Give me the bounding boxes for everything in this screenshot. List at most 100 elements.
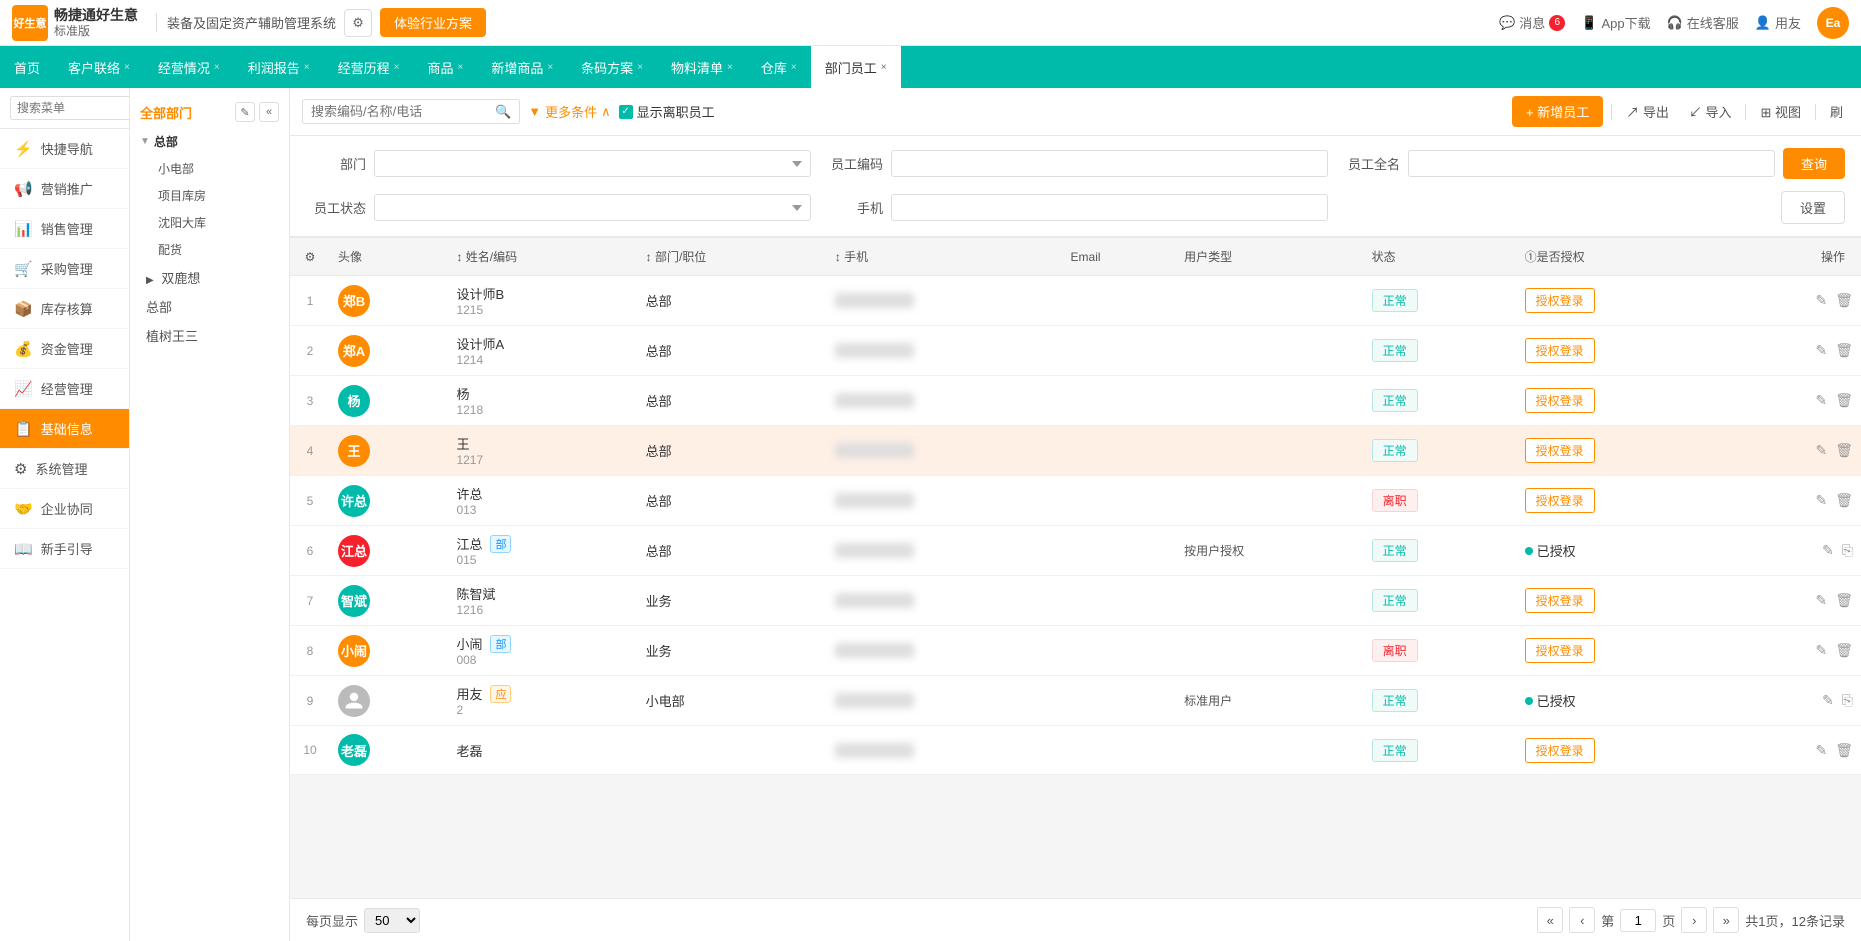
- refresh-button[interactable]: 刷: [1824, 98, 1849, 125]
- row9-copy-icon[interactable]: ⎘: [1842, 692, 1853, 709]
- row7-auth-btn[interactable]: 授权登录: [1525, 588, 1595, 613]
- row10-auth-btn[interactable]: 授权登录: [1525, 738, 1595, 763]
- page-input[interactable]: [1620, 909, 1656, 932]
- dept-sub-xiaodian[interactable]: 小电部: [130, 155, 289, 182]
- left-nav-search-input[interactable]: [10, 96, 130, 120]
- nav-item-shortcuts[interactable]: ⚡ 快捷导航: [0, 129, 129, 169]
- nav-item-purchase[interactable]: 🛒 采购管理: [0, 249, 129, 289]
- add-employee-button[interactable]: + 新增员工: [1512, 96, 1603, 127]
- app-download-button[interactable]: 📱 App下载: [1581, 13, 1650, 32]
- tab-employees-close[interactable]: ×: [881, 62, 887, 73]
- tab-operation-close[interactable]: ×: [214, 62, 220, 73]
- row8-delete-icon[interactable]: 🗑: [1835, 642, 1853, 659]
- dept-item-shuanglu[interactable]: ▶ 双鹿想: [130, 263, 289, 292]
- row1-delete-icon[interactable]: 🗑: [1835, 292, 1853, 309]
- row2-delete-icon[interactable]: 🗑: [1835, 342, 1853, 359]
- online-service-button[interactable]: 🎧 在线客服: [1667, 13, 1739, 32]
- tab-warehouse[interactable]: 仓库 ×: [747, 46, 811, 88]
- nav-item-basic[interactable]: 📋 基础信息: [0, 409, 129, 449]
- tab-barcode-close[interactable]: ×: [637, 62, 643, 73]
- page-size-select[interactable]: 50 100: [364, 908, 420, 933]
- dept-section-head[interactable]: ▼ 总部: [130, 128, 289, 155]
- row9-edit-icon[interactable]: ✎: [1822, 692, 1834, 709]
- tab-goods-close[interactable]: ×: [457, 62, 463, 73]
- gear-button[interactable]: ⚙: [344, 9, 372, 37]
- tab-history[interactable]: 经营历程 ×: [324, 46, 414, 88]
- tab-employees[interactable]: 部门员工 ×: [811, 46, 901, 88]
- empname-input[interactable]: [1408, 150, 1775, 177]
- query-button[interactable]: 查询: [1783, 148, 1845, 179]
- nav-item-collab[interactable]: 🤝 企业协同: [0, 489, 129, 529]
- tab-warehouse-close[interactable]: ×: [791, 62, 797, 73]
- nav-item-business[interactable]: 📈 经营管理: [0, 369, 129, 409]
- row10-delete-icon[interactable]: 🗑: [1835, 742, 1853, 759]
- dept-sub-shenyang[interactable]: 沈阳大库: [130, 209, 289, 236]
- nav-item-marketing[interactable]: 📢 营销推广: [0, 169, 129, 209]
- row1-edit-icon[interactable]: ✎: [1815, 292, 1827, 309]
- dept-sub-distribution[interactable]: 配货: [130, 236, 289, 263]
- nav-item-finance[interactable]: 💰 资金管理: [0, 329, 129, 369]
- dept-collapse-btn[interactable]: «: [259, 102, 279, 122]
- tab-goods[interactable]: 商品 ×: [413, 46, 477, 88]
- dept-select[interactable]: [374, 150, 811, 177]
- row6-copy-icon[interactable]: ⎘: [1842, 542, 1853, 559]
- row1-auth-btn[interactable]: 授权登录: [1525, 288, 1595, 313]
- row5-auth-btn[interactable]: 授权登录: [1525, 488, 1595, 513]
- dept-edit-btn[interactable]: ✎: [235, 102, 255, 122]
- more-conditions-btn[interactable]: ▼ 更多条件 ∧: [528, 102, 610, 121]
- dept-item-zongbu[interactable]: 总部: [130, 292, 289, 321]
- row10-edit-icon[interactable]: ✎: [1815, 742, 1827, 759]
- last-page-btn[interactable]: »: [1713, 907, 1739, 933]
- row7-delete-icon[interactable]: 🗑: [1835, 592, 1853, 609]
- user-button[interactable]: 👤 用友: [1755, 13, 1801, 32]
- tab-home[interactable]: 首页: [0, 46, 54, 88]
- row5-delete-icon[interactable]: 🗑: [1835, 492, 1853, 509]
- search-input[interactable]: [311, 100, 491, 123]
- first-page-btn[interactable]: «: [1537, 907, 1563, 933]
- dept-sub-project[interactable]: 项目库房: [130, 182, 289, 209]
- empcode-input[interactable]: [891, 150, 1328, 177]
- trial-button[interactable]: 体验行业方案: [380, 8, 486, 37]
- tab-customer[interactable]: 客户联络 ×: [54, 46, 144, 88]
- nav-item-inventory[interactable]: 📦 库存核算: [0, 289, 129, 329]
- export-button[interactable]: ↗ 导出: [1620, 98, 1675, 125]
- tab-bom[interactable]: 物料清单 ×: [657, 46, 747, 88]
- tab-barcode[interactable]: 条码方案 ×: [567, 46, 657, 88]
- row8-edit-icon[interactable]: ✎: [1815, 642, 1827, 659]
- row4-delete-icon[interactable]: 🗑: [1835, 442, 1853, 459]
- row3-action: ✎ 🗑: [1729, 376, 1861, 426]
- nav-item-system[interactable]: ⚙ 系统管理: [0, 449, 129, 489]
- row3-edit-icon[interactable]: ✎: [1815, 392, 1827, 409]
- row3-delete-icon[interactable]: 🗑: [1835, 392, 1853, 409]
- tab-customer-close[interactable]: ×: [124, 62, 130, 73]
- tab-newgoods-close[interactable]: ×: [547, 62, 553, 73]
- message-button[interactable]: 💬 消息 6: [1499, 13, 1565, 32]
- prev-page-btn[interactable]: ‹: [1569, 907, 1595, 933]
- next-page-btn[interactable]: ›: [1681, 907, 1707, 933]
- dept-item-zhishu[interactable]: 植树王三: [130, 321, 289, 350]
- row5-edit-icon[interactable]: ✎: [1815, 492, 1827, 509]
- tab-profit-close[interactable]: ×: [304, 62, 310, 73]
- tab-profit[interactable]: 利润报告 ×: [234, 46, 324, 88]
- row8-auth-btn[interactable]: 授权登录: [1525, 638, 1595, 663]
- nav-item-sales[interactable]: 📊 销售管理: [0, 209, 129, 249]
- row4-auth-btn[interactable]: 授权登录: [1525, 438, 1595, 463]
- tab-newgoods[interactable]: 新增商品 ×: [477, 46, 567, 88]
- row4-edit-icon[interactable]: ✎: [1815, 442, 1827, 459]
- tab-operation[interactable]: 经营情况 ×: [144, 46, 234, 88]
- row2-auth-btn[interactable]: 授权登录: [1525, 338, 1595, 363]
- row3-auth-btn[interactable]: 授权登录: [1525, 388, 1595, 413]
- empstatus-select[interactable]: [374, 194, 811, 221]
- nav-item-guide[interactable]: 📖 新手引导: [0, 529, 129, 569]
- tab-history-close[interactable]: ×: [394, 62, 400, 73]
- row6-edit-icon[interactable]: ✎: [1822, 542, 1834, 559]
- import-button[interactable]: ↙ 导入: [1683, 98, 1738, 125]
- row2-edit-icon[interactable]: ✎: [1815, 342, 1827, 359]
- th-settings[interactable]: ⚙: [290, 238, 330, 276]
- tab-bom-close[interactable]: ×: [727, 62, 733, 73]
- phone-input[interactable]: [891, 194, 1328, 221]
- view-button[interactable]: ⊞ 视图: [1754, 98, 1807, 125]
- reset-button[interactable]: 设置: [1781, 191, 1845, 224]
- row7-edit-icon[interactable]: ✎: [1815, 592, 1827, 609]
- show-resigned-toggle[interactable]: ✓ 显示离职员工: [619, 102, 715, 121]
